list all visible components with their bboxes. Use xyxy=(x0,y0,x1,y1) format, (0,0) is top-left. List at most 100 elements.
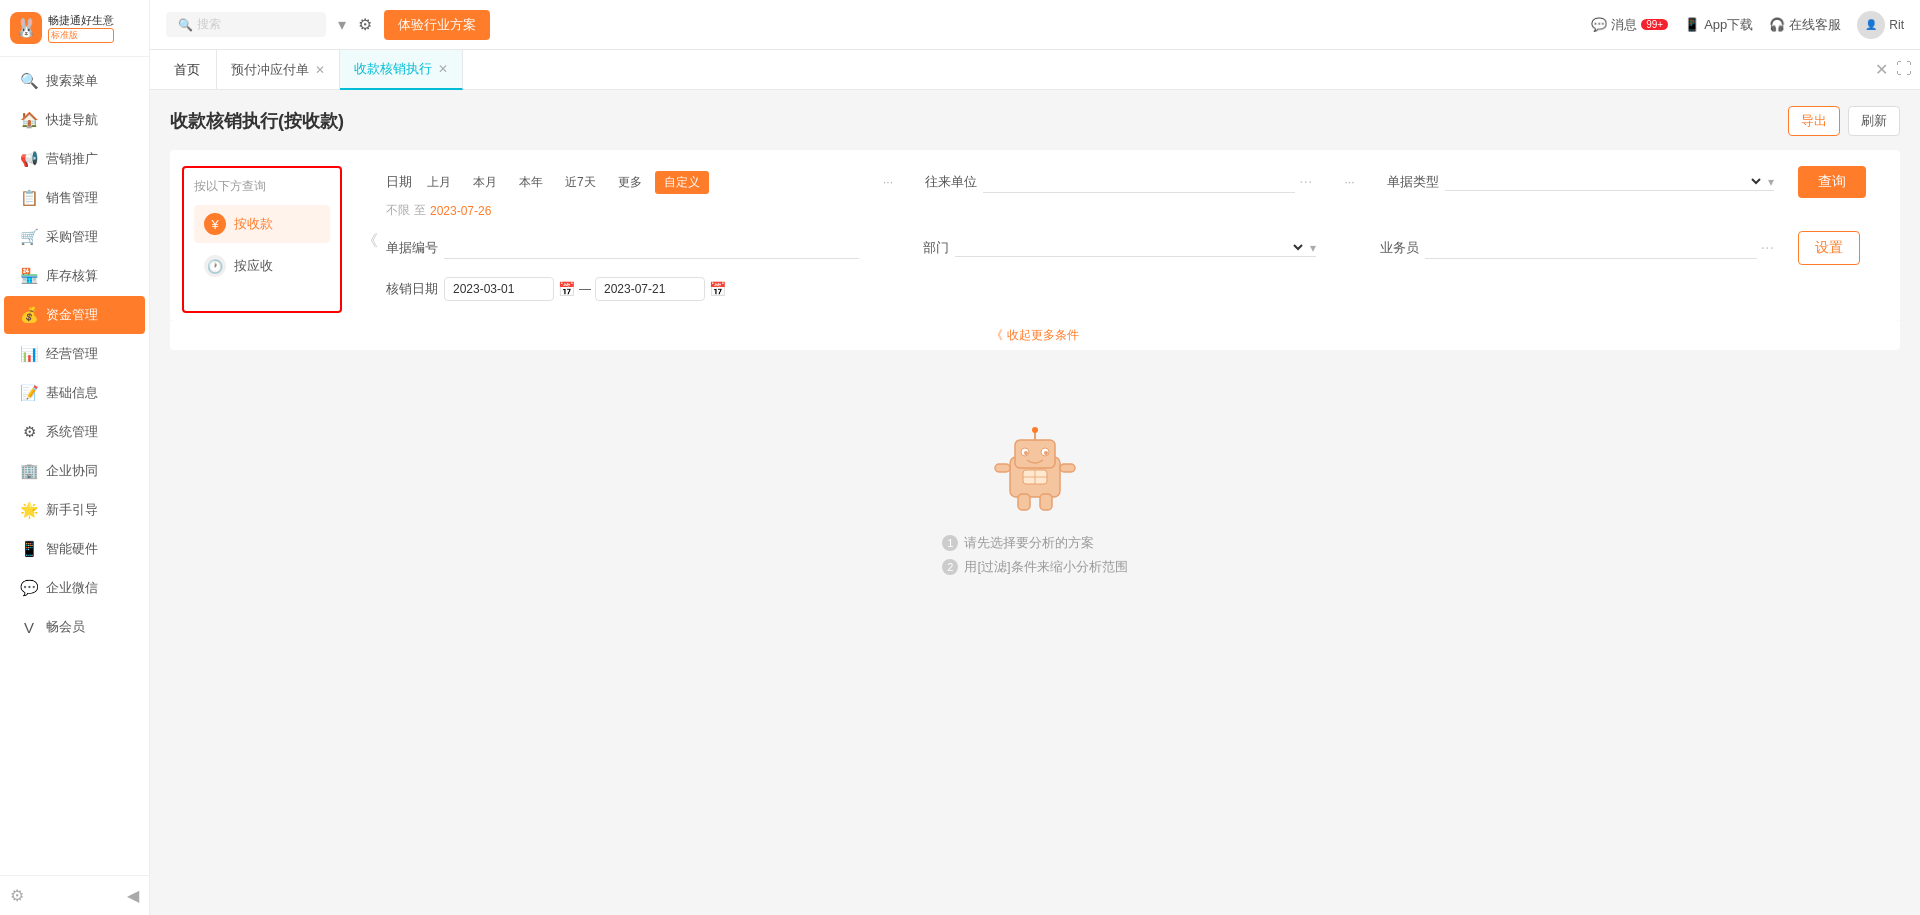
inventory-icon: 🏪 xyxy=(20,267,38,285)
date-pill-more[interactable]: 更多 xyxy=(609,171,651,194)
filter-bill-no-cell: 单据编号 xyxy=(386,237,859,259)
receipt-option-label: 按收款 xyxy=(234,215,273,233)
tab-expand-icon[interactable]: ⛶ xyxy=(1896,60,1912,79)
export-btn[interactable]: 导出 xyxy=(1788,106,1840,136)
filter-option-by-receipt[interactable]: ¥ 按收款 xyxy=(194,205,330,243)
tab-receipt[interactable]: 收款核销执行 ✕ xyxy=(340,50,463,90)
verify-start-cal-icon[interactable]: 📅 xyxy=(558,281,575,297)
date-pill-this-month[interactable]: 本月 xyxy=(464,171,506,194)
counterparty-input[interactable] xyxy=(983,171,1295,193)
filter-option-by-receivable[interactable]: 🕐 按应收 xyxy=(194,247,330,285)
date-pill-last-month[interactable]: 上月 xyxy=(418,171,460,194)
sidebar-item-sales[interactable]: 📋 销售管理 xyxy=(4,179,145,217)
app-icon: 📱 xyxy=(1684,17,1700,32)
svg-point-4 xyxy=(1024,451,1028,455)
sidebar-item-basic[interactable]: 📝 基础信息 xyxy=(4,374,145,412)
tab-prepay-close[interactable]: ✕ xyxy=(315,63,325,77)
tip-num-2: 2 xyxy=(942,559,958,575)
filter-left-title: 按以下方查询 xyxy=(194,178,330,195)
sidebar-item-inventory[interactable]: 🏪 库存核算 xyxy=(4,257,145,295)
topbar-search-box[interactable]: 🔍 搜索 xyxy=(166,12,326,37)
staff-dots-icon[interactable]: ··· xyxy=(1761,239,1774,257)
staff-input[interactable] xyxy=(1425,237,1756,259)
refresh-btn[interactable]: 刷新 xyxy=(1848,106,1900,136)
date-pill-7days[interactable]: 近7天 xyxy=(556,171,605,194)
svg-rect-8 xyxy=(995,464,1010,472)
tab-home[interactable]: 首页 xyxy=(158,50,217,90)
tab-receipt-close[interactable]: ✕ xyxy=(438,62,448,76)
sidebar-item-label: 企业微信 xyxy=(46,579,98,597)
date-pill-this-year[interactable]: 本年 xyxy=(510,171,552,194)
empty-icon xyxy=(985,422,1085,522)
topbar: 🔍 搜索 ▾ ⚙ 体验行业方案 💬 消息 99+ 📱 App下载 🎧 在线客服 … xyxy=(150,0,1920,50)
sidebar-item-finance[interactable]: 💰 资金管理 xyxy=(4,296,145,334)
sidebar-item-search[interactable]: 🔍 搜索菜单 xyxy=(4,62,145,100)
bill-type-label: 单据类型 xyxy=(1387,173,1439,191)
topbar-dropdown-icon[interactable]: ▾ xyxy=(338,15,346,34)
tip-num-1: 1 xyxy=(942,535,958,551)
finance-icon: 💰 xyxy=(20,306,38,324)
message-btn[interactable]: 💬 消息 99+ xyxy=(1591,16,1668,34)
app-download-btn[interactable]: 📱 App下载 xyxy=(1684,16,1753,34)
collapse-more-btn[interactable]: 《 收起更多条件 xyxy=(170,321,1900,350)
sidebar-item-label: 系统管理 xyxy=(46,423,98,441)
date-no-limit-text: 不限 xyxy=(386,202,410,219)
verify-end-cal-icon[interactable]: 📅 xyxy=(709,281,726,297)
member-icon: V xyxy=(20,619,38,636)
tab-close-all-icon[interactable]: ✕ xyxy=(1875,60,1888,79)
topbar-gear-icon[interactable]: ⚙ xyxy=(358,15,372,34)
empty-state: 1 请先选择要分析的方案 2 用[过滤]条件来缩小分析范围 xyxy=(170,362,1900,622)
sidebar-item-enterprise[interactable]: 🏢 企业协同 xyxy=(4,452,145,490)
sidebar-item-label: 智能硬件 xyxy=(46,540,98,558)
sidebar-item-marketing[interactable]: 📢 营销推广 xyxy=(4,140,145,178)
date-pill-custom[interactable]: 自定义 xyxy=(655,171,709,194)
tip-text-1: 请先选择要分析的方案 xyxy=(964,534,1094,552)
user-info[interactable]: 👤 Rit xyxy=(1857,11,1904,39)
collapse-sidebar-icon[interactable]: ◀ xyxy=(127,886,139,905)
sidebar: 🐰 畅捷通好生意 标准版 🔍 搜索菜单 🏠 快捷导航 📢 营销推广 📋 销售管理… xyxy=(0,0,150,915)
message-icon: 💬 xyxy=(1591,17,1607,32)
verify-date-range: 📅 — 📅 xyxy=(444,277,1888,301)
verify-end-input[interactable] xyxy=(595,277,705,301)
sidebar-item-quick-nav[interactable]: 🏠 快捷导航 xyxy=(4,101,145,139)
sidebar-bottom: ⚙ ◀ xyxy=(0,875,149,915)
service-btn[interactable]: 🎧 在线客服 xyxy=(1769,16,1841,34)
collapse-arrow[interactable]: 《 xyxy=(362,166,378,313)
enterprise-icon: 🏢 xyxy=(20,462,38,480)
sidebar-item-wechat[interactable]: 💬 企业微信 xyxy=(4,569,145,607)
settings-bottom-icon[interactable]: ⚙ xyxy=(10,886,24,905)
sidebar-item-system[interactable]: ⚙ 系统管理 xyxy=(4,413,145,451)
staff-content: ··· xyxy=(1425,237,1774,259)
receipt-option-icon: ¥ xyxy=(204,213,226,235)
filter-bill-type-cell: 单据类型 ▾ xyxy=(1387,173,1774,191)
sidebar-item-purchase[interactable]: 🛒 采购管理 xyxy=(4,218,145,256)
bill-no-input[interactable] xyxy=(444,237,859,259)
sidebar-item-guide[interactable]: 🌟 新手引导 xyxy=(4,491,145,529)
bill-type-chevron: ▾ xyxy=(1768,175,1774,189)
sidebar-item-member[interactable]: V 畅会员 xyxy=(4,608,145,646)
sidebar-item-operations[interactable]: 📊 经营管理 xyxy=(4,335,145,373)
logo-icon: 🐰 xyxy=(10,12,42,44)
filter-panel: 按以下方查询 ¥ 按收款 🕐 按应收 《 xyxy=(182,166,1888,313)
dept-chevron: ▾ xyxy=(1310,241,1316,255)
empty-tips: 1 请先选择要分析的方案 2 用[过滤]条件来缩小分析范围 xyxy=(942,534,1127,582)
spacer1: ··· xyxy=(1344,175,1354,189)
tab-prepay[interactable]: 预付冲应付单 ✕ xyxy=(217,50,340,90)
verify-start-input[interactable] xyxy=(444,277,554,301)
dept-select[interactable] xyxy=(955,239,1307,256)
content-area: 收款核销执行(按收款) 导出 刷新 按以下方查询 ¥ 按收款 🕐 按应收 xyxy=(150,90,1920,915)
settings-btn[interactable]: 设置 xyxy=(1798,231,1860,265)
page-title: 收款核销执行(按收款) xyxy=(170,109,344,133)
tab-prepay-label: 预付冲应付单 xyxy=(231,61,309,79)
user-name: Rit xyxy=(1889,18,1904,32)
collapse-more-icon: 《 xyxy=(991,327,1003,344)
home-icon: 🏠 xyxy=(20,111,38,129)
counterparty-dots-icon[interactable]: ··· xyxy=(1299,173,1312,191)
sidebar-item-hardware[interactable]: 📱 智能硬件 xyxy=(4,530,145,568)
industry-btn[interactable]: 体验行业方案 xyxy=(384,10,490,40)
sidebar-item-label: 搜索菜单 xyxy=(46,72,98,90)
tab-receipt-label: 收款核销执行 xyxy=(354,60,432,78)
query-btn[interactable]: 查询 xyxy=(1798,166,1866,198)
robot-svg xyxy=(985,422,1085,522)
bill-type-select[interactable] xyxy=(1445,173,1764,190)
